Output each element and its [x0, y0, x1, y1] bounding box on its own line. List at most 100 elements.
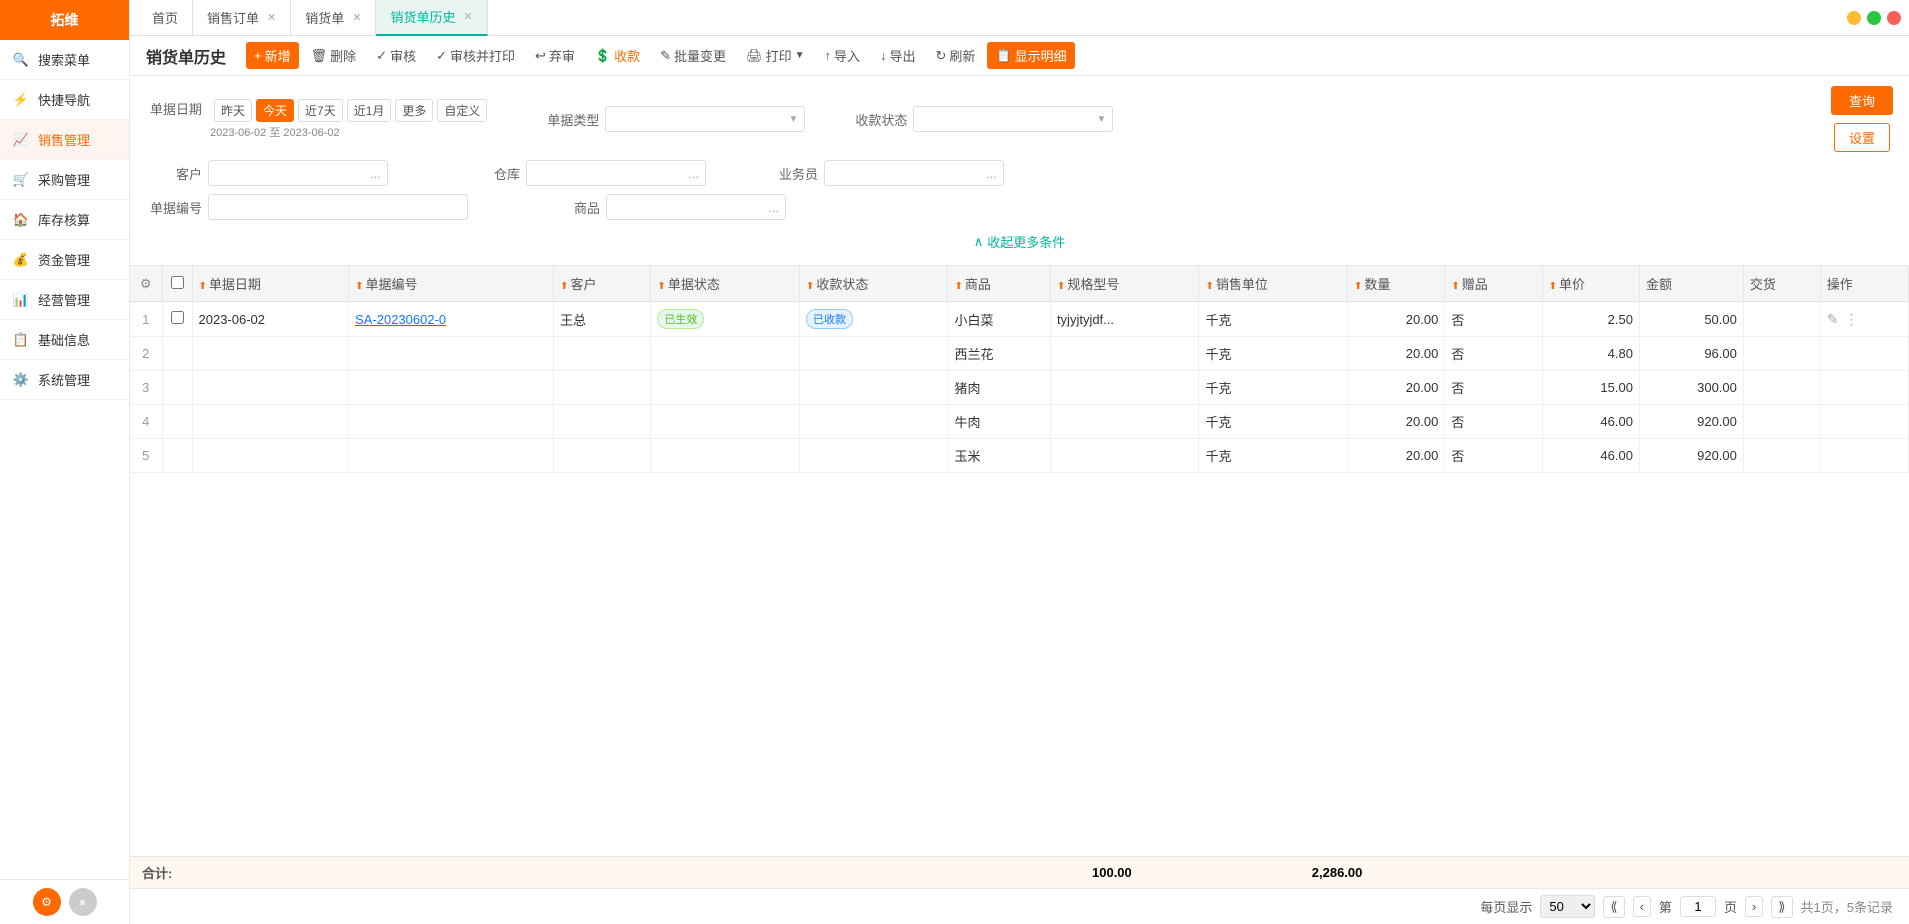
tab-home[interactable]: 首页	[138, 0, 193, 36]
query-button[interactable]: 查询	[1831, 86, 1893, 115]
collapse-button[interactable]: ∧ 收起更多条件	[970, 228, 1070, 255]
import-button[interactable]: ↑ 导入	[816, 42, 868, 69]
sidebar-pause-btn[interactable]: ⏸	[69, 888, 97, 916]
goods-cell: 玉米	[948, 439, 1050, 473]
goods-cell: 猪肉	[948, 371, 1050, 405]
minimize-button[interactable]	[1847, 11, 1861, 25]
date-cell	[192, 337, 349, 371]
gift-cell: 否	[1445, 439, 1542, 473]
approve-button[interactable]: ✓ 审核	[368, 42, 424, 69]
paystatus-column-header: ⬆收款状态	[799, 266, 948, 302]
doc-no-input[interactable]	[208, 194, 468, 220]
gift-sort-icon[interactable]: ⬆	[1451, 281, 1459, 292]
sidebar-item-sys-mgmt[interactable]: ⚙️ 系统管理	[0, 360, 129, 400]
export-button[interactable]: ↓ 导出	[872, 42, 924, 69]
salesperson-dots[interactable]: ...	[986, 166, 997, 181]
refresh-button[interactable]: ↻ 刷新	[928, 42, 984, 69]
checkbox-column-header[interactable]	[162, 266, 192, 302]
row-checkbox-cell[interactable]	[162, 439, 192, 473]
row-checkbox-cell[interactable]	[162, 371, 192, 405]
tab-sales-history[interactable]: 销货单历史 ✕	[376, 0, 487, 36]
gift-cell: 否	[1445, 302, 1542, 337]
show-detail-button[interactable]: 📋 显示明细	[987, 42, 1074, 69]
gear-column-header[interactable]: ⚙	[130, 266, 162, 302]
sidebar-item-sales-mgmt[interactable]: 📈 销售管理	[0, 120, 129, 160]
print-button[interactable]: 🖨 打印 ▼	[738, 42, 812, 69]
close-button[interactable]	[1887, 11, 1901, 25]
tab-sales-goods-close[interactable]: ✕	[352, 11, 361, 24]
sidebar-item-quick-nav[interactable]: ⚡ 快捷导航	[0, 80, 129, 120]
page-size-select[interactable]: 50 100 200	[1540, 895, 1595, 918]
last7days-btn[interactable]: 近7天	[298, 99, 343, 122]
filter-row-1: 单据日期 昨天 今天 近7天 近1月 更多 自定义 2023-06-02 至 2…	[146, 86, 1893, 152]
tab-sales-goods-label: 销货单	[305, 8, 344, 27]
warehouse-dots[interactable]: ...	[688, 166, 699, 181]
approve-print-button[interactable]: ✓ 审核并打印	[428, 42, 523, 69]
first-page-button[interactable]: ⟪	[1603, 896, 1624, 918]
doc-no-link[interactable]: SA-20230602-0	[355, 312, 446, 327]
tab-sales-order-close[interactable]: ✕	[267, 11, 276, 24]
new-button[interactable]: + 新增	[246, 42, 299, 69]
refresh-label: 刷新	[949, 46, 975, 65]
settings-button[interactable]: 设置	[1834, 123, 1890, 152]
collect-button[interactable]: 💲 收款	[587, 42, 648, 69]
yesterday-btn[interactable]: 昨天	[214, 99, 252, 122]
prev-page-button[interactable]: ‹	[1633, 896, 1651, 917]
tab-sales-history-close[interactable]: ✕	[464, 10, 473, 23]
show-detail-icon: 📋	[995, 48, 1011, 64]
sidebar-item-label: 库存核算	[38, 210, 90, 229]
goods-dots[interactable]: ...	[768, 200, 779, 215]
maximize-button[interactable]	[1867, 11, 1881, 25]
sales-mgmt-icon: 📈	[12, 131, 30, 149]
custom-btn[interactable]: 自定义	[437, 99, 487, 122]
paystatus-sort-icon[interactable]: ⬆	[806, 281, 814, 292]
goods-sort-icon[interactable]: ⬆	[954, 281, 962, 292]
last1month-btn[interactable]: 近1月	[347, 99, 392, 122]
import-icon: ↑	[824, 48, 831, 63]
customer-sort-icon[interactable]: ⬆	[560, 281, 568, 292]
price-sort-icon[interactable]: ⬆	[1549, 281, 1557, 292]
sidebar-item-finance[interactable]: 💰 资金管理	[0, 240, 129, 280]
salesperson-input[interactable]	[831, 166, 986, 180]
date-sort-icon[interactable]: ⬆	[199, 281, 207, 292]
qty-sort-icon[interactable]: ⬆	[1354, 281, 1362, 292]
new-icon: +	[254, 48, 262, 63]
row-checkbox-cell[interactable]	[162, 337, 192, 371]
spec-sort-icon[interactable]: ⬆	[1057, 281, 1065, 292]
sidebar-item-operations[interactable]: 📊 经营管理	[0, 280, 129, 320]
sidebar-item-search-menu[interactable]: 🔍 搜索菜单	[0, 40, 129, 80]
sidebar-item-base-info[interactable]: 📋 基础信息	[0, 320, 129, 360]
sidebar-item-inventory[interactable]: 🏠 库存核算	[0, 200, 129, 240]
tab-sales-order-label: 销售订单	[207, 8, 259, 27]
sidebar-settings-btn[interactable]: ⚙	[33, 888, 61, 916]
abandon-button[interactable]: ↩ 弃审	[527, 42, 583, 69]
docno-sort-icon[interactable]: ⬆	[355, 281, 363, 292]
row-checkbox-cell[interactable]	[162, 302, 192, 337]
warehouse-input[interactable]	[533, 166, 688, 180]
sidebar-item-purchase-mgmt[interactable]: 🛒 采购管理	[0, 160, 129, 200]
row-checkbox[interactable]	[171, 311, 184, 324]
select-all-checkbox[interactable]	[171, 276, 184, 289]
more-btn[interactable]: 更多	[395, 99, 433, 122]
batch-change-button[interactable]: ✎ 批量变更	[652, 42, 734, 69]
transaction-cell	[1743, 302, 1820, 337]
tab-sales-goods[interactable]: 销货单 ✕	[291, 0, 376, 36]
delete-button[interactable]: 🗑 删除	[303, 42, 365, 69]
batch-change-label: 批量变更	[674, 46, 726, 65]
customer-input[interactable]	[215, 166, 370, 180]
sidebar-item-label: 经营管理	[38, 290, 90, 309]
docstatus-sort-icon[interactable]: ⬆	[657, 281, 665, 292]
tab-sales-order[interactable]: 销售订单 ✕	[193, 0, 291, 36]
last-page-button[interactable]: ⟫	[1771, 896, 1792, 918]
doc-type-dropdown-icon[interactable]: ▼	[789, 114, 799, 125]
more-icon[interactable]: ⋮	[1844, 311, 1858, 328]
page-number-input[interactable]	[1680, 896, 1716, 917]
goods-input[interactable]	[613, 200, 768, 214]
customer-dots[interactable]: ...	[370, 166, 381, 181]
edit-icon[interactable]: ✎	[1827, 311, 1839, 328]
next-page-button[interactable]: ›	[1745, 896, 1763, 917]
today-btn[interactable]: 今天	[256, 99, 294, 122]
payment-status-dropdown-icon[interactable]: ▼	[1097, 114, 1107, 125]
unit-sort-icon[interactable]: ⬆	[1205, 281, 1213, 292]
row-checkbox-cell[interactable]	[162, 405, 192, 439]
